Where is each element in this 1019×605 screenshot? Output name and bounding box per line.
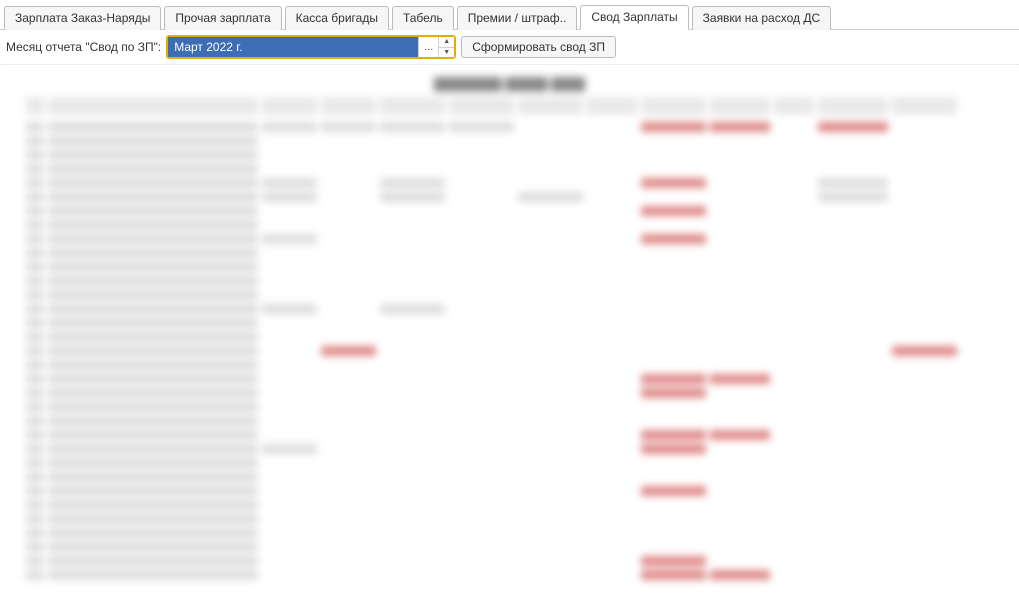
tab-expense-requests[interactable]: Заявки на расход ДС (692, 6, 831, 30)
report-content-blurred: ████████ █████ ████ (0, 65, 1019, 605)
tab-salary-orders[interactable]: Зарплата Заказ-Наряды (4, 6, 161, 30)
tab-brigade-cash[interactable]: Касса бригады (285, 6, 389, 30)
tab-timesheet[interactable]: Табель (392, 6, 454, 30)
spinner-up-button[interactable]: ▲ (439, 37, 454, 48)
chevron-down-icon: ▼ (443, 49, 450, 56)
report-month-picker-button[interactable]: ... (418, 37, 438, 57)
spinner-down-button[interactable]: ▼ (439, 48, 454, 58)
chevron-up-icon: ▲ (443, 38, 450, 45)
tabs-bar: Зарплата Заказ-Наряды Прочая зарплата Ка… (0, 0, 1019, 30)
tab-other-salary[interactable]: Прочая зарплата (164, 6, 281, 30)
toolbar: Месяц отчета "Свод по ЗП": ... ▲ ▼ Сформ… (0, 30, 1019, 65)
generate-summary-button[interactable]: Сформировать свод ЗП (461, 36, 616, 58)
tab-salary-summary[interactable]: Свод Зарплаты (580, 5, 688, 30)
report-month-field: ... ▲ ▼ (167, 36, 455, 58)
report-month-input[interactable] (168, 37, 418, 57)
report-month-label: Месяц отчета "Свод по ЗП": (6, 40, 161, 54)
tab-bonus-fine[interactable]: Премии / штраф.. (457, 6, 578, 30)
report-month-spinner: ▲ ▼ (438, 37, 454, 57)
